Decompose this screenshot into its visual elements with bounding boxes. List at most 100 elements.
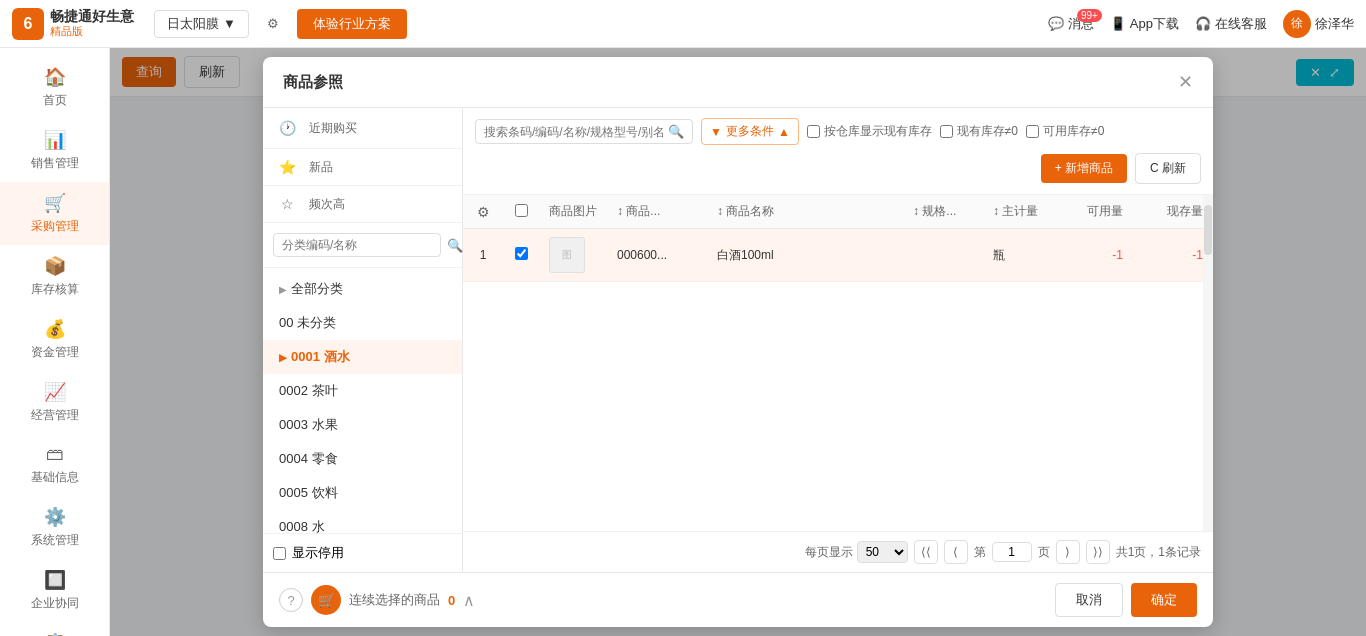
row-img: 图 [539,229,607,282]
help-icon[interactable]: ? [279,588,303,612]
cat-item-uncat[interactable]: 00 未分类 [263,306,462,340]
page-label: 第 [974,544,986,561]
operations-icon: 📈 [44,381,66,403]
right-content: 查询 刷新 ✕ ⤢ 商品参照 ✕ [110,48,1366,636]
page-last-btn[interactable]: ⟩⟩ [1086,540,1110,564]
cat-item-fruit[interactable]: 0003 水果 [263,408,462,442]
page-number-input[interactable] [992,542,1032,562]
dialog-close-btn[interactable]: ✕ [1178,71,1193,93]
cart-icon[interactable]: 🛒 [311,585,341,615]
dialog-overlay: 商品参照 ✕ 🕐 近期购买 [110,48,1366,636]
sidebar-item-basic[interactable]: 🗃 基础信息 [0,434,109,496]
sort-icon-spec: ↕ [913,204,919,218]
page-next-btn[interactable]: ⟩ [1056,540,1080,564]
enterprise-icon: 🔲 [44,569,66,591]
nav-select-arrow: ▼ [223,16,236,31]
nav-message[interactable]: 💬 消息 99+ [1048,15,1094,33]
cat-recent-label: 近期购买 [309,120,357,137]
cat-item-water[interactable]: 0008 水 [263,510,462,533]
content-toolbar-bar: 🔍 ▼ 更多条件 ▲ 按仓库显示现有库存 [463,108,1213,195]
sidebar-item-system[interactable]: ⚙️ 系统管理 [0,496,109,559]
app-icon: 📱 [1110,16,1126,31]
dialog-footer: ? 🛒 连续选择的商品 0 ∧ 取消 确定 [263,572,1213,627]
sort-icon-unit: ↕ [993,204,999,218]
sidebar-item-enterprise[interactable]: 🔲 企业协同 [0,559,109,622]
sidebar-item-guide[interactable]: 📋 新手引导 [0,622,109,636]
col-header-check [503,195,539,229]
page-size-select[interactable]: 50 100 200 [857,541,908,563]
cat-new-icon[interactable]: ⭐ [273,153,301,181]
cat-footer: 显示停用 [263,533,462,572]
row-index: 1 [463,229,503,282]
cat-freq-icon[interactable]: ☆ [273,190,301,218]
cat-freq-link: ☆ 频次高 [263,186,462,223]
collapse-chevron[interactable]: ∧ [463,591,475,610]
sidebar-item-purchase[interactable]: 🛒 采购管理 [0,182,109,245]
cat-item-tea[interactable]: 0002 茶叶 [263,374,462,408]
confirm-btn[interactable]: 确定 [1131,583,1197,617]
sidebar-item-operations[interactable]: 📈 经营管理 [0,371,109,434]
table-header-row: ⚙ 商品图片 [463,195,1213,229]
available-nonzero-label: 可用库存≠0 [1043,123,1104,140]
col-header-name[interactable]: ↕ 商品名称 [707,195,903,229]
trial-btn[interactable]: 体验行业方案 [297,9,407,39]
add-product-btn[interactable]: + 新增商品 [1041,154,1127,183]
row-name: 白酒100ml [707,229,903,282]
sidebar-item-sales[interactable]: 📊 销售管理 [0,119,109,182]
col-header-code[interactable]: ↕ 商品... [607,195,707,229]
product-ref-dialog: 商品参照 ✕ 🕐 近期购买 [263,57,1213,627]
refresh-btn[interactable]: C 刷新 [1135,153,1201,184]
page-first-btn[interactable]: ⟨⟨ [914,540,938,564]
top-nav: 6 畅捷通好生意 精品版 日太阳膜 ▼ ⚙ 体验行业方案 💬 消息 99+ 📱 … [0,0,1366,48]
cat-item-liquor[interactable]: ▶ 0001 酒水 [263,340,462,374]
product-search-icon[interactable]: 🔍 [668,124,684,139]
checkbox-available-nonzero: 可用库存≠0 [1026,123,1104,140]
filter-more-btn[interactable]: ▼ 更多条件 ▲ [701,118,799,145]
nav-user[interactable]: 徐 徐泽华 [1283,10,1354,38]
table-row[interactable]: 1 图 000600... [463,229,1213,282]
available-nonzero-checkbox[interactable] [1026,125,1039,138]
page-prev-btn[interactable]: ⟨ [944,540,968,564]
nav-gear-icon[interactable]: ⚙ [257,8,289,40]
cat-label-drink: 0005 饮料 [279,484,338,502]
col-code-label: 商品... [626,204,660,218]
row-available: -1 [1053,229,1133,282]
cat-item-drink[interactable]: 0005 饮料 [263,476,462,510]
sort-icon-code: ↕ [617,204,623,218]
cat-recent-icon[interactable]: 🕐 [273,114,301,142]
col-header-spec[interactable]: ↕ 规格... [903,195,983,229]
logo-sub: 精品版 [50,24,134,39]
nav-app[interactable]: 📱 App下载 [1110,15,1179,33]
col-header-settings: ⚙ [463,195,503,229]
cat-item-snack[interactable]: 0004 零食 [263,442,462,476]
nav-select[interactable]: 日太阳膜 ▼ [154,10,249,38]
inventory-icon: 📦 [44,255,66,277]
select-all-checkbox[interactable] [515,204,528,217]
sidebar-label-finance: 资金管理 [31,344,79,361]
table-settings-icon[interactable]: ⚙ [477,204,490,220]
freq-star-icon: ☆ [281,196,294,212]
stock-nonzero-checkbox[interactable] [940,125,953,138]
sidebar-item-finance[interactable]: 💰 资金管理 [0,308,109,371]
footer-btns: 取消 确定 [1055,583,1197,617]
logo-area: 6 畅捷通好生意 精品版 [12,8,134,40]
cat-search-input[interactable] [273,233,441,257]
cat-freq-label: 频次高 [309,196,345,213]
warehouse-stock-checkbox[interactable] [807,125,820,138]
sidebar-item-inventory[interactable]: 📦 库存核算 [0,245,109,308]
product-search-input[interactable] [484,125,664,139]
cat-search-icon[interactable]: 🔍 [447,238,463,253]
sidebar-item-home[interactable]: 🏠 首页 [0,56,109,119]
cat-label-all: 全部分类 [291,280,343,298]
nav-service[interactable]: 🎧 在线客服 [1195,15,1267,33]
system-icon: ⚙️ [44,506,66,528]
cancel-btn[interactable]: 取消 [1055,583,1123,617]
cat-item-all[interactable]: ▶ 全部分类 [263,272,462,306]
col-header-unit[interactable]: ↕ 主计量 [983,195,1053,229]
product-image: 图 [549,237,585,273]
cart-label: 连续选择的商品 [349,591,440,609]
vertical-scrollbar[interactable] [1203,195,1213,531]
show-disabled-checkbox[interactable] [273,547,286,560]
app-label: App下载 [1130,15,1179,33]
row-checkbox[interactable] [515,247,528,260]
